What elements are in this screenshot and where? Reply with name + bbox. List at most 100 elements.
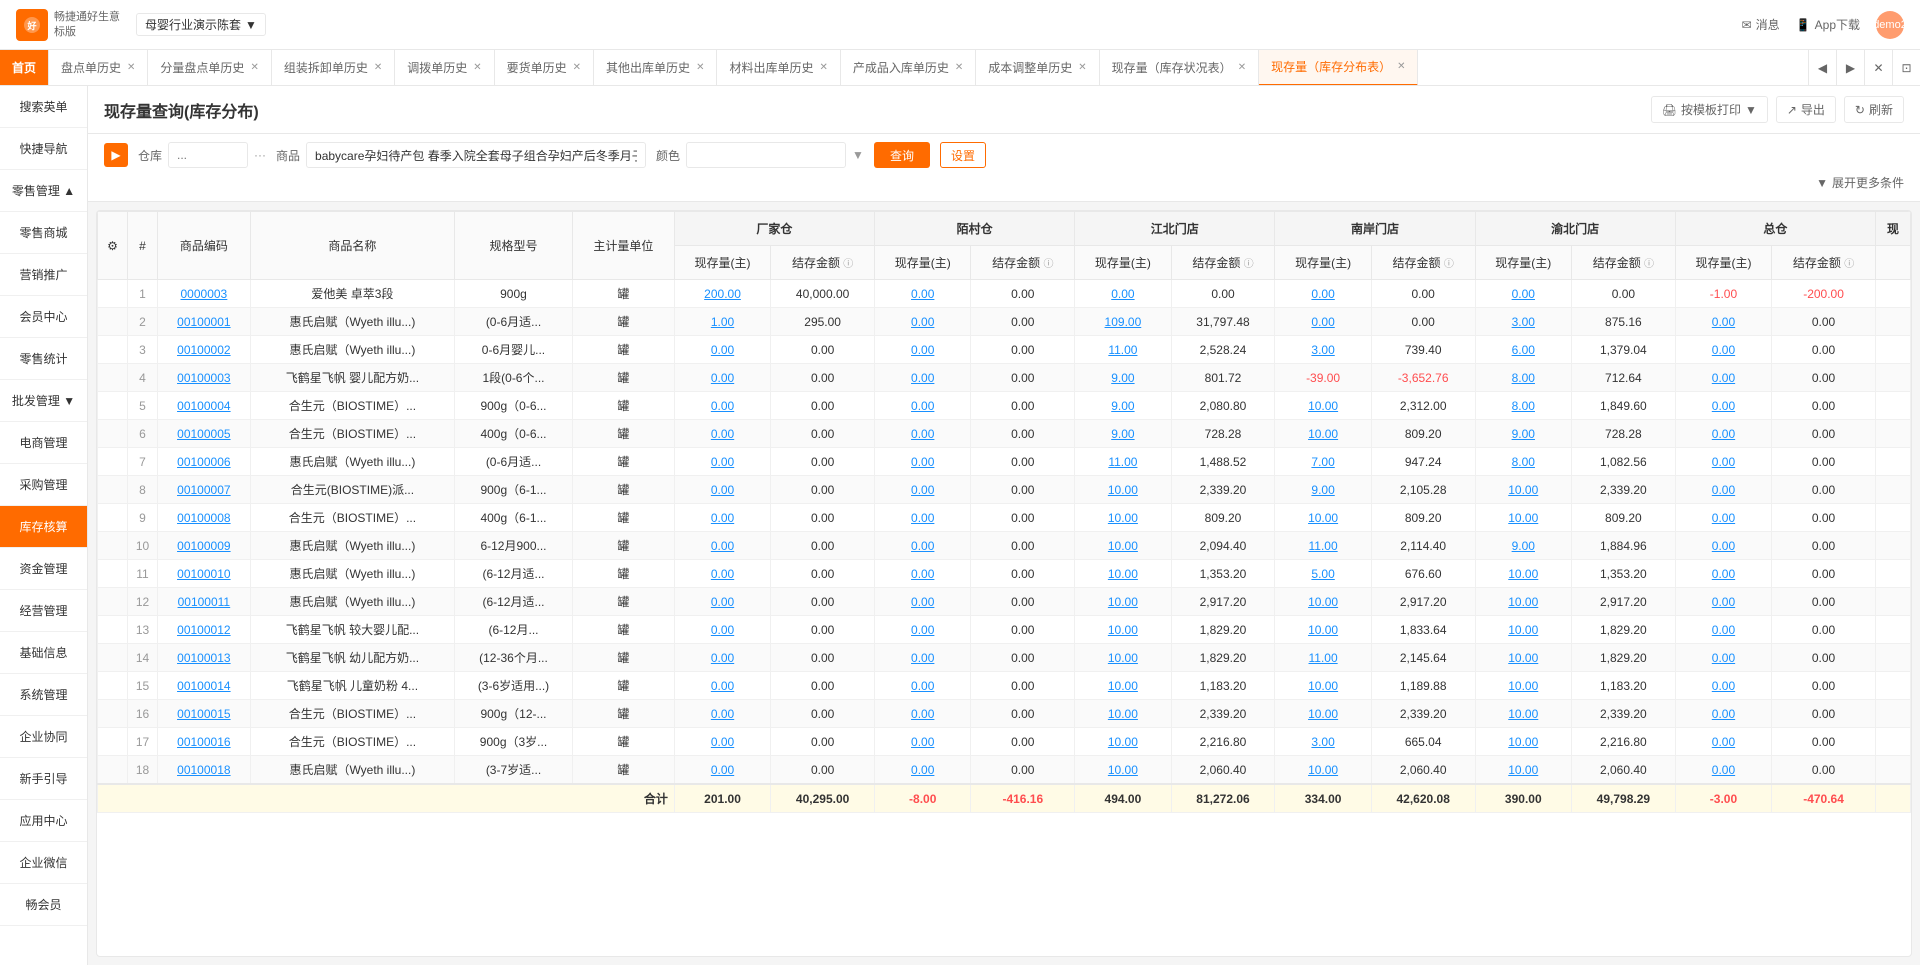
th-na-amt: 结存金额 ⓘ (1371, 246, 1475, 280)
sidebar-item-wholesale[interactable]: 批发管理 ▼ (0, 380, 87, 422)
footer-yb-amt: 49,798.29 (1571, 784, 1675, 813)
th-mc-qty: 现存量(主) (875, 246, 971, 280)
sidebar-item-nav[interactable]: 快捷导航 (0, 128, 87, 170)
svg-text:好: 好 (26, 20, 36, 31)
th-zc-amt: 结存金额 ⓘ (1772, 246, 1876, 280)
sidebar-item-stock[interactable]: 库存核算 (0, 506, 87, 548)
table-container: ⚙ # 商品编码 商品名称 规格型号 主计量单位 厂家仓 陌村仓 江北门店 南岸… (96, 210, 1912, 957)
goods-input[interactable] (306, 142, 646, 168)
tab-stock-dist[interactable]: 现存量（库存分布表） ✕ (1259, 50, 1418, 86)
tab-other-out[interactable]: 其他出库单历史 ✕ (594, 50, 717, 86)
sidebar-item-guide[interactable]: 新手引导 (0, 758, 87, 800)
tab-home[interactable]: 首页 (0, 50, 49, 86)
th-unit: 主计量单位 (572, 212, 674, 280)
sidebar-item-apps[interactable]: 应用中心 (0, 800, 87, 842)
table-row: 300100002惠氏启赋（Wyeth illu...)0-6月婴儿...罐0.… (98, 336, 1911, 364)
close-icon[interactable]: ✕ (374, 62, 382, 73)
query-btn[interactable]: 查询 (874, 142, 930, 168)
download-icon: 📱 (1796, 18, 1811, 32)
th-group-changcheng: 厂家仓 (674, 212, 874, 246)
tab-transfer[interactable]: 调拨单历史 ✕ (395, 50, 494, 86)
table-row: 900100008合生元（BIOSTIME）...400g（6-1...罐0.0… (98, 504, 1911, 532)
footer-mc-qty: -8.00 (875, 784, 971, 813)
sidebar-item-retail-stat[interactable]: 零售统计 (0, 338, 87, 380)
tab-stock-status[interactable]: 现存量（库存状况表） ✕ (1100, 50, 1259, 86)
top-bar-left: 好 畅捷通好生意 标版 母婴行业演示陈套 ▼ (16, 9, 266, 41)
sidebar-item-basic[interactable]: 基础信息 (0, 632, 87, 674)
main-content: 现存量查询(库存分布) 🖨 按模板打印 ▼ ↗ 导出 ↻ 刷新 (88, 86, 1920, 965)
print-btn[interactable]: 🖨 按模板打印 ▼ (1651, 96, 1768, 123)
nav-next-btn[interactable]: ▶ (1836, 50, 1864, 86)
tab-material-out[interactable]: 材料出库单历史 ✕ (717, 50, 840, 86)
message-icon: ✉ (1742, 18, 1752, 32)
message-btn[interactable]: ✉ 消息 (1742, 16, 1780, 33)
sidebar-item-member[interactable]: 会员中心 (0, 296, 87, 338)
nav-prev-btn[interactable]: ◀ (1808, 50, 1836, 86)
settings-btn[interactable]: 设置 (940, 142, 986, 168)
tab-branch-check[interactable]: 分量盘点单历史 ✕ (148, 50, 271, 86)
refresh-btn[interactable]: ↻ 刷新 (1844, 96, 1904, 123)
table-row: 400100003飞鹤星飞帆 婴儿配方奶...1段(0-6个...罐0.000.… (98, 364, 1911, 392)
sidebar-item-retail-mall[interactable]: 零售商城 (0, 212, 87, 254)
sidebar-item-collab[interactable]: 企业协同 (0, 716, 87, 758)
chevron-down-icon: ▼ (245, 18, 257, 32)
close-icon[interactable]: ✕ (250, 62, 258, 73)
th-na-qty: 现存量(主) (1275, 246, 1371, 280)
sidebar-item-vip[interactable]: 畅会员 (0, 884, 87, 926)
page-header: 现存量查询(库存分布) 🖨 按模板打印 ▼ ↗ 导出 ↻ 刷新 (88, 86, 1920, 134)
sidebar-item-search[interactable]: 搜索英单 (0, 86, 87, 128)
th-cc-qty: 现存量(主) (674, 246, 770, 280)
close-icon[interactable]: ✕ (473, 62, 481, 73)
tab-production-in[interactable]: 产成品入库单历史 ✕ (841, 50, 976, 86)
close-icon[interactable]: ✕ (1238, 62, 1246, 73)
sidebar-item-finance[interactable]: 资金管理 (0, 548, 87, 590)
table-row: 700100006惠氏启赋（Wyeth illu...)(0-6月适...罐0.… (98, 448, 1911, 476)
footer-na-amt: 42,620.08 (1371, 784, 1475, 813)
color-input[interactable] (686, 142, 846, 168)
th-zc-qty: 现存量(主) (1675, 246, 1771, 280)
tab-assembly[interactable]: 组装拆卸单历史 ✕ (272, 50, 395, 86)
nav-expand-btn[interactable]: ⊡ (1892, 50, 1920, 86)
nav-close-btn[interactable]: ✕ (1864, 50, 1892, 86)
sidebar: 搜索英单 快捷导航 零售管理 ▲ 零售商城 营销推广 会员中心 零售统计 批发管… (0, 86, 88, 965)
sidebar-item-operations[interactable]: 经营管理 (0, 590, 87, 632)
table-row: 800100007合生元(BIOSTIME)派...900g（6-1...罐0.… (98, 476, 1911, 504)
app-download-btn[interactable]: 📱 App下载 (1796, 16, 1860, 33)
table-row: 1100100010惠氏启赋（Wyeth illu...)(6-12月适...罐… (98, 560, 1911, 588)
sidebar-item-wechat[interactable]: 企业微信 (0, 842, 87, 884)
close-icon[interactable]: ✕ (1397, 61, 1405, 72)
industry-selector[interactable]: 母婴行业演示陈套 ▼ (136, 13, 266, 36)
close-icon[interactable]: ✕ (1078, 62, 1086, 73)
tab-inventory-check[interactable]: 盘点单历史 ✕ (49, 50, 148, 86)
filter-row2: ▼ 展开更多条件 (104, 168, 1904, 193)
table-row: 200100001惠氏启赋（Wyeth illu...)(0-6月适...罐1.… (98, 308, 1911, 336)
sidebar-item-marketing[interactable]: 营销推广 (0, 254, 87, 296)
header-actions: 🖨 按模板打印 ▼ ↗ 导出 ↻ 刷新 (1651, 96, 1904, 123)
tab-cost-adj[interactable]: 成本调整单历史 ✕ (976, 50, 1099, 86)
logo-text: 畅捷通好生意 标版 (54, 10, 120, 39)
footer-zc-amt: -470.64 (1772, 784, 1876, 813)
close-icon[interactable]: ✕ (819, 62, 827, 73)
avatar[interactable]: demo2 (1876, 11, 1904, 39)
th-settings[interactable]: ⚙ (98, 212, 128, 280)
sidebar-item-ecommerce[interactable]: 电商管理 (0, 422, 87, 464)
close-icon[interactable]: ✕ (955, 62, 963, 73)
footer-cc-amt: 40,295.00 (771, 784, 875, 813)
sidebar-item-purchase[interactable]: 采购管理 (0, 464, 87, 506)
data-table: ⚙ # 商品编码 商品名称 规格型号 主计量单位 厂家仓 陌村仓 江北门店 南岸… (97, 211, 1911, 813)
tab-order[interactable]: 要货单历史 ✕ (495, 50, 594, 86)
close-icon[interactable]: ✕ (127, 62, 135, 73)
export-btn[interactable]: ↗ 导出 (1776, 96, 1836, 123)
top-bar-right: ✉ 消息 📱 App下载 demo2 (1742, 11, 1904, 39)
chevron-down-icon: ▼ (1745, 103, 1757, 117)
nav-tabs: 首页 盘点单历史 ✕ 分量盘点单历史 ✕ 组装拆卸单历史 ✕ 调拨单历史 ✕ 要… (0, 50, 1920, 86)
filter-expand-btn[interactable]: ▶ (104, 143, 128, 167)
sidebar-item-system[interactable]: 系统管理 (0, 674, 87, 716)
close-icon[interactable]: ✕ (696, 62, 704, 73)
warehouse-input[interactable] (168, 142, 248, 168)
expand-more-btn[interactable]: ▼ 展开更多条件 (1816, 174, 1904, 191)
sidebar-item-retail-mgmt[interactable]: 零售管理 ▲ (0, 170, 87, 212)
table-row: 1300100012飞鹤星飞帆 较大婴儿配...(6-12月...罐0.000.… (98, 616, 1911, 644)
close-icon[interactable]: ✕ (573, 62, 581, 73)
chevron-down-icon[interactable]: ▼ (852, 148, 864, 162)
